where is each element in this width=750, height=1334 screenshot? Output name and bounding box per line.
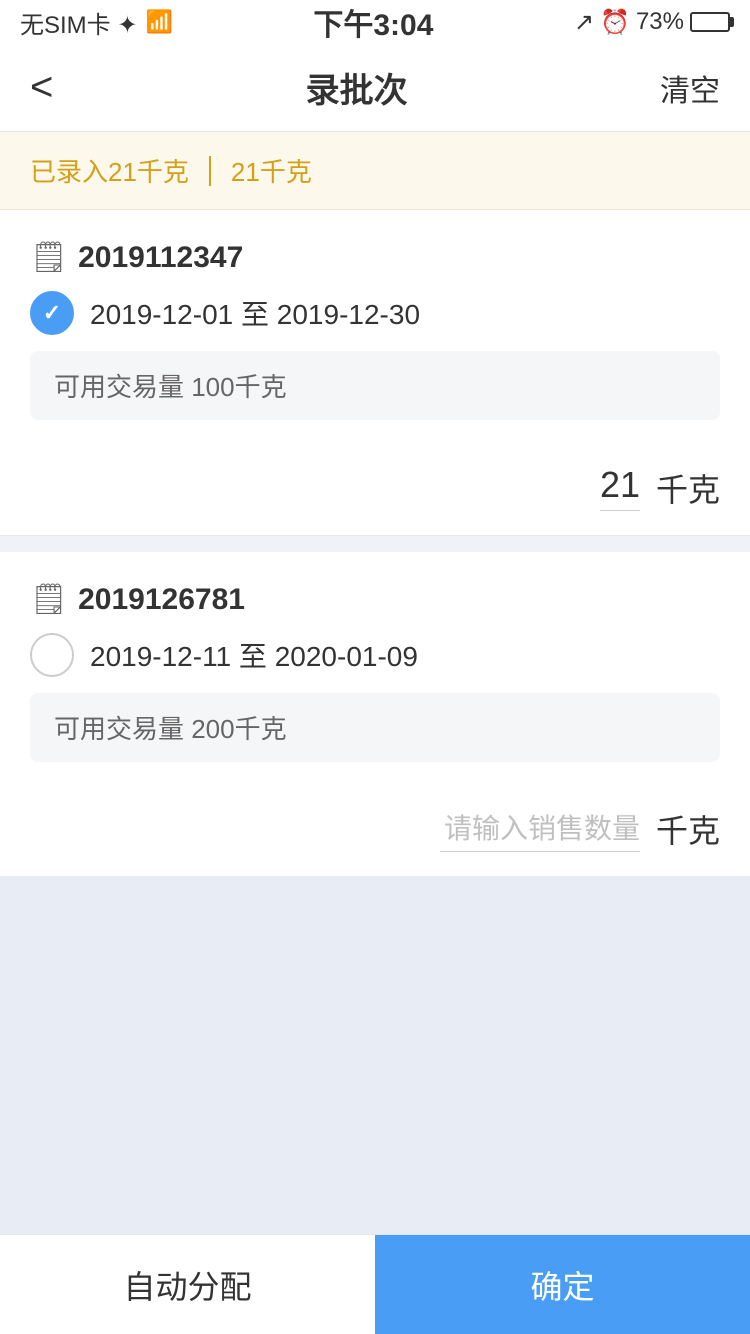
clear-button[interactable]: 清空 (660, 66, 720, 110)
status-time: 下午3:04 (313, 0, 433, 44)
status-right: ↗ ⏰ 73% (574, 8, 730, 37)
location-icon: ↗ (574, 8, 594, 37)
batch2-icon: 🗒 (30, 582, 68, 617)
batch2-input-placeholder[interactable]: 请输入销售数量 (440, 807, 640, 852)
battery-icon (690, 12, 730, 32)
batch2-date-range: 2019-12-11 至 2020-01-09 (90, 635, 418, 675)
page-title: 录批次 (306, 63, 408, 112)
confirm-button[interactable]: 确定 (375, 1235, 750, 1334)
batch2-radio[interactable] (30, 633, 74, 677)
info-banner: 已录入21千克 21千克 (0, 132, 750, 210)
batch1-unit: 千克 (656, 465, 720, 511)
batch1-id: 2019112347 (78, 241, 243, 275)
total-text: 21千克 (231, 152, 312, 189)
battery-percent: 73% (636, 8, 684, 36)
batch1-quantity[interactable]: 21 (600, 464, 640, 511)
batch2-id: 2019126781 (78, 583, 245, 617)
batch2-header: 🗒 2019126781 (30, 582, 720, 617)
bottom-bar: 自动分配 确定 (0, 1234, 750, 1334)
batch1-available: 可用交易量 100千克 (30, 351, 720, 420)
info-divider (209, 156, 211, 186)
batch1-card: 🗒 2019112347 2019-12-01 至 2019-12-30 可用交… (0, 210, 750, 440)
alarm-icon: ⏰ (600, 8, 630, 37)
batch1-header: 🗒 2019112347 (30, 240, 720, 275)
batch1-row: 2019-12-01 至 2019-12-30 (30, 291, 720, 335)
batch2-input-row: 请输入销售数量 千克 (0, 782, 750, 876)
batch2-card: 🗒 2019126781 2019-12-11 至 2020-01-09 可用交… (0, 552, 750, 782)
batch2-available: 可用交易量 200千克 (30, 693, 720, 762)
auto-distribute-button[interactable]: 自动分配 (0, 1235, 375, 1334)
batch2-unit: 千克 (656, 806, 720, 852)
section-divider (0, 536, 750, 552)
recorded-text: 已录入21千克 (30, 152, 189, 189)
sim-text: 无SIM卡 ✦ (20, 5, 137, 40)
batch1-icon: 🗒 (30, 240, 68, 275)
status-bar: 无SIM卡 ✦ 📶 下午3:04 ↗ ⏰ 73% (0, 0, 750, 44)
back-button[interactable]: < (30, 65, 53, 110)
empty-area (0, 876, 750, 1276)
nav-bar: < 录批次 清空 (0, 44, 750, 132)
batch1-quantity-row: 21 千克 (0, 440, 750, 536)
status-left: 无SIM卡 ✦ 📶 (20, 5, 173, 40)
batch1-radio[interactable] (30, 291, 74, 335)
wifi-icon: 📶 (145, 9, 172, 35)
batch2-row: 2019-12-11 至 2020-01-09 (30, 633, 720, 677)
batch1-date-range: 2019-12-01 至 2019-12-30 (90, 293, 420, 333)
